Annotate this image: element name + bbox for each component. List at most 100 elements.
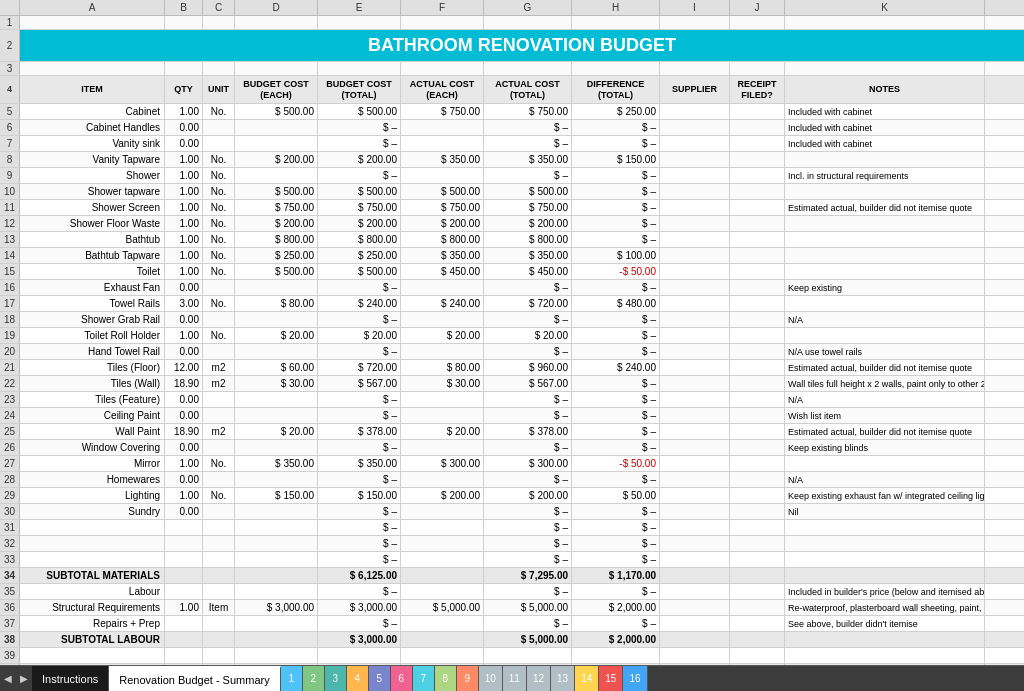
cell-qty	[165, 568, 203, 583]
tab-4[interactable]: 4	[347, 666, 369, 691]
tab-7[interactable]: 7	[413, 666, 435, 691]
tab-12[interactable]: 12	[527, 666, 551, 691]
cell-item: Shower Screen	[20, 200, 165, 215]
table-row: 11 Shower Screen 1.00 No. $ 750.00 $ 750…	[0, 200, 1024, 216]
cell-rec	[730, 424, 785, 439]
cell-notes: Wish list item	[785, 408, 985, 423]
cell-unit: No.	[203, 168, 235, 183]
table-row: 23 Tiles (Feature) 0.00 $ – $ – $ – N/A	[0, 392, 1024, 408]
cell-qty	[165, 584, 203, 599]
cell-bce	[235, 280, 318, 295]
cell-unit	[203, 120, 235, 135]
tab-3[interactable]: 3	[325, 666, 347, 691]
cell-unit: Item	[203, 600, 235, 615]
cell-bce	[235, 616, 318, 631]
cell-qty: 0.00	[165, 392, 203, 407]
cell-act: $ 350.00	[484, 248, 572, 263]
cell-3d	[235, 62, 318, 75]
cell-supp	[660, 488, 730, 503]
cell-qty: 0.00	[165, 440, 203, 455]
tab-9[interactable]: 9	[457, 666, 479, 691]
tab-summary[interactable]: Renovation Budget - Summary	[109, 666, 280, 691]
tab-6[interactable]: 6	[391, 666, 413, 691]
cell-qty: 1.00	[165, 248, 203, 263]
cell-rec	[730, 392, 785, 407]
header-bct: BUDGET COST (TOTAL)	[318, 76, 401, 103]
rownum-1: 1	[0, 16, 20, 29]
cell-ace	[401, 392, 484, 407]
tab-next[interactable]: ▶	[16, 666, 32, 691]
cell-notes: Keep existing blinds	[785, 440, 985, 455]
column-headers: A B C D E F G H I J K	[0, 0, 1024, 16]
tab-1[interactable]: 1	[281, 666, 303, 691]
cell-notes	[785, 328, 985, 343]
tab-16[interactable]: 16	[623, 666, 647, 691]
rownum-13: 13	[0, 232, 20, 247]
tab-2[interactable]: 2	[303, 666, 325, 691]
cell-ace: $ 240.00	[401, 296, 484, 311]
column-label-row: 4 ITEM QTY UNIT BUDGET COST (EACH) BUDGE…	[0, 76, 1024, 104]
cell-rec	[730, 616, 785, 631]
table-row: 39	[0, 648, 1024, 664]
cell-supp	[660, 120, 730, 135]
cell-supp	[660, 248, 730, 263]
tab-11[interactable]: 11	[503, 666, 527, 691]
cell-rec	[730, 360, 785, 375]
cell-supp	[660, 104, 730, 119]
cell-bct: $ –	[318, 408, 401, 423]
cell-notes: Estimated actual, builder did not itemis…	[785, 200, 985, 215]
rownum-8: 8	[0, 152, 20, 167]
cell-bce	[235, 520, 318, 535]
cell-rec	[730, 632, 785, 647]
cell-unit: No.	[203, 200, 235, 215]
cell-bct: $ –	[318, 344, 401, 359]
cell-supp	[660, 216, 730, 231]
header-ace: ACTUAL COST (EACH)	[401, 76, 484, 103]
cell-supp	[660, 616, 730, 631]
cell-ace	[401, 168, 484, 183]
tab-5[interactable]: 5	[369, 666, 391, 691]
cell-bce	[235, 648, 318, 663]
rownum-21: 21	[0, 360, 20, 375]
cell-ace: $ 800.00	[401, 232, 484, 247]
cell-act: $ –	[484, 392, 572, 407]
cell-diff: $ –	[572, 440, 660, 455]
cell-item: Homewares	[20, 472, 165, 487]
cell-act: $ 300.00	[484, 456, 572, 471]
tab-10[interactable]: 10	[479, 666, 503, 691]
cell-unit	[203, 632, 235, 647]
tab-15[interactable]: 15	[599, 666, 623, 691]
cell-supp	[660, 424, 730, 439]
table-row: 24 Ceiling Paint 0.00 $ – $ – $ – Wish l…	[0, 408, 1024, 424]
cell-supp	[660, 232, 730, 247]
tab-13[interactable]: 13	[551, 666, 575, 691]
tab-instructions[interactable]: Instructions	[32, 666, 109, 691]
cell-act: $ 7,295.00	[484, 568, 572, 583]
rownum-31: 31	[0, 520, 20, 535]
cell-rec	[730, 376, 785, 391]
cell-ace: $ 20.00	[401, 328, 484, 343]
cell-act: $ –	[484, 408, 572, 423]
cell-notes	[785, 552, 985, 567]
cell-bct: $ 20.00	[318, 328, 401, 343]
cell-bce: $ 350.00	[235, 456, 318, 471]
cell-unit: No.	[203, 456, 235, 471]
cell-rec	[730, 520, 785, 535]
cell-supp	[660, 520, 730, 535]
cell-ace: $ 750.00	[401, 104, 484, 119]
cell-rec	[730, 536, 785, 551]
cell-supp	[660, 328, 730, 343]
cell-rec	[730, 552, 785, 567]
table-row: 14 Bathtub Tapware 1.00 No. $ 250.00 $ 2…	[0, 248, 1024, 264]
cell-ace: $ 20.00	[401, 424, 484, 439]
table-row: 10 Shower tapware 1.00 No. $ 500.00 $ 50…	[0, 184, 1024, 200]
cell-bct: $ –	[318, 520, 401, 535]
cell-notes: Included with cabinet	[785, 136, 985, 151]
tab-14[interactable]: 14	[575, 666, 599, 691]
cell-1j	[730, 16, 785, 29]
cell-bce	[235, 344, 318, 359]
rownum-35: 35	[0, 584, 20, 599]
tab-8[interactable]: 8	[435, 666, 457, 691]
tab-prev[interactable]: ◀	[0, 666, 16, 691]
cell-act: $ 200.00	[484, 216, 572, 231]
